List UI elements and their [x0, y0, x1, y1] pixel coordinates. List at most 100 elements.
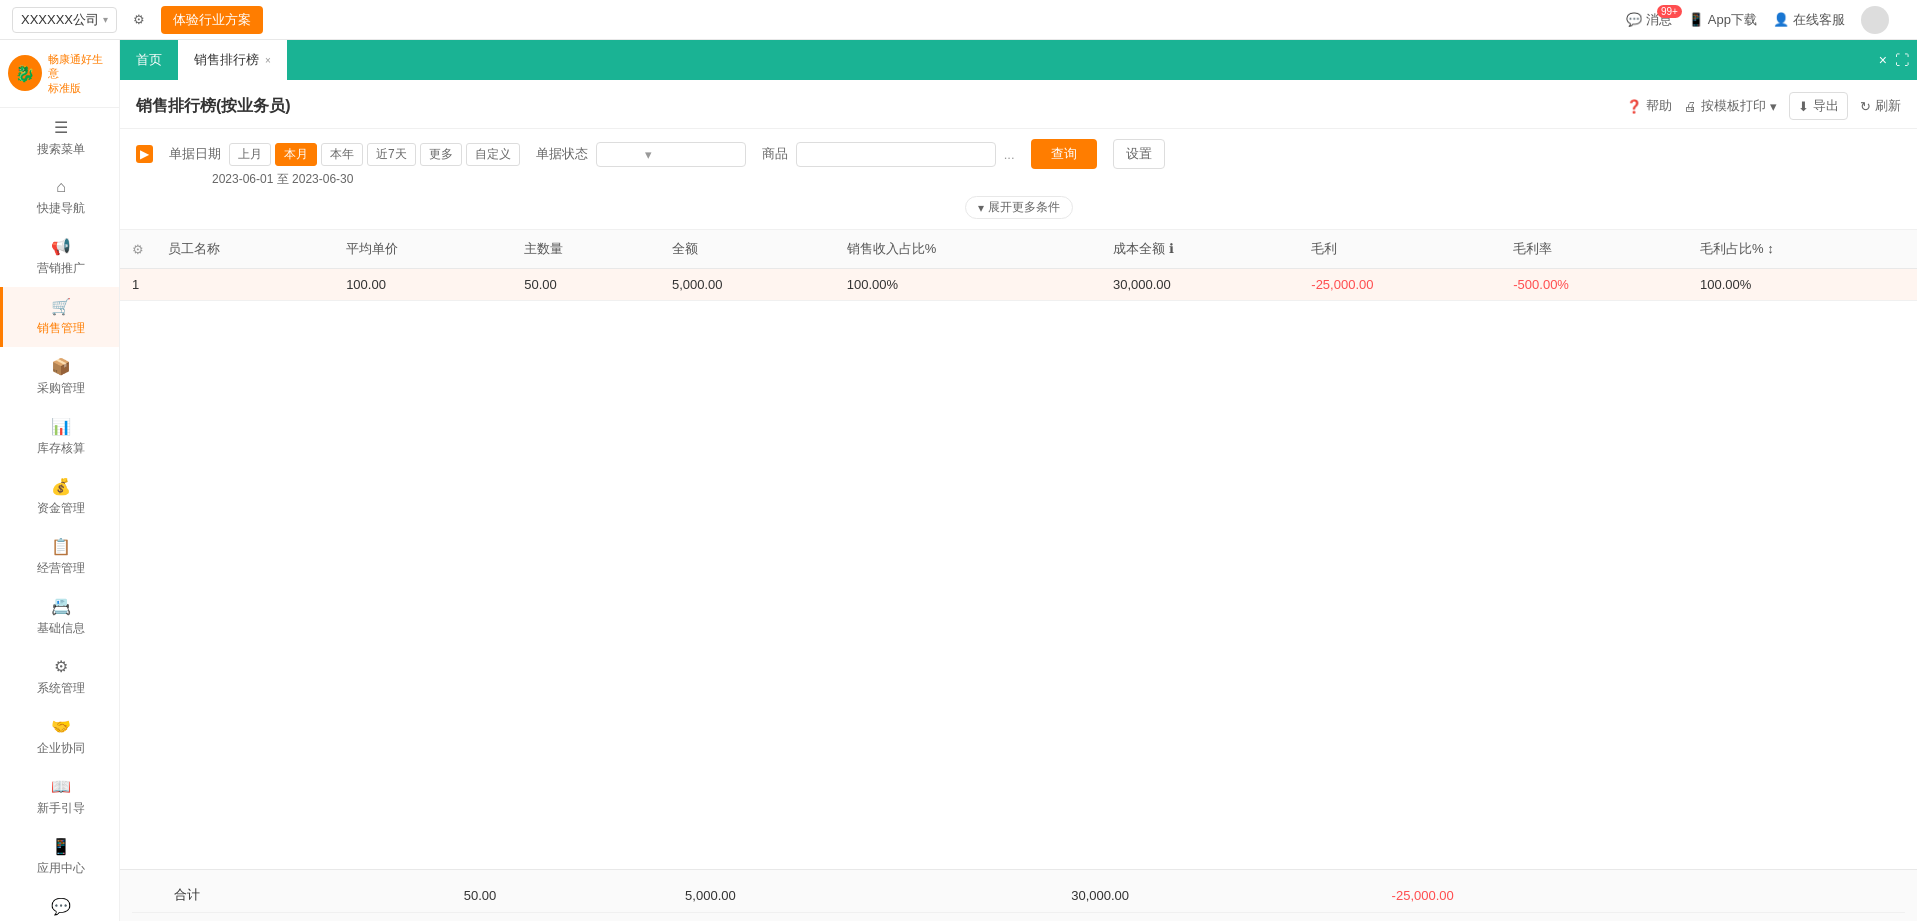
th-amount: 全额: [660, 230, 835, 269]
collapse-filter-button[interactable]: ▶: [136, 145, 153, 163]
export-icon: ⬇: [1798, 99, 1809, 114]
top-bar-left: XXXXXX公司 ▾ ⚙ 体验行业方案: [12, 6, 263, 34]
message-button[interactable]: 💬 消息 99+: [1626, 11, 1672, 29]
fullscreen-icon[interactable]: ⛶: [1895, 52, 1909, 68]
footer-gross: -25,000.00: [1380, 878, 1717, 913]
date-btn-last-month[interactable]: 上月: [229, 143, 271, 166]
marketing-icon: 📢: [51, 237, 71, 256]
th-gross-pct: 毛利占比% ↕: [1688, 230, 1917, 269]
tab-close-icon[interactable]: ×: [265, 55, 271, 66]
date-range-display: 2023-06-01 至 2023-06-30: [212, 171, 1901, 188]
status-select[interactable]: ▾: [596, 142, 746, 167]
cell-gross-pct: 100.00%: [1688, 269, 1917, 301]
top-bar-right: 💬 消息 99+ 📱 App下载 👤 在线客服: [1626, 6, 1905, 34]
close-tab-icon[interactable]: ×: [1879, 52, 1887, 68]
template-print-button[interactable]: 🖨 按模板打印 ▾: [1684, 97, 1777, 115]
trial-button[interactable]: 体验行业方案: [161, 6, 263, 34]
more-filters-icon[interactable]: ...: [1004, 147, 1015, 162]
date-range-text: 2023-06-01 至 2023-06-30: [212, 172, 353, 186]
status-label: 单据状态: [536, 145, 588, 163]
sidebar-item-shortcut[interactable]: ⌂ 快捷导航: [0, 168, 119, 227]
service-label: 在线客服: [1793, 11, 1845, 29]
avatar[interactable]: [1861, 6, 1889, 34]
cell-gross-rate: -500.00%: [1501, 269, 1688, 301]
table-row: 1 100.00 50.00 5,000.00 100.00% 30,000.0…: [120, 269, 1917, 301]
expand-conditions-button[interactable]: ▾ 展开更多条件: [965, 196, 1073, 219]
footer-cost: 30,000.00: [1059, 878, 1379, 913]
table-footer: 合计 50.00 5,000.00 30,000.00 -25,000.00: [120, 869, 1917, 921]
sidebar-item-label: 应用中心: [37, 860, 85, 877]
goods-filter: 商品 ...: [762, 142, 1015, 167]
date-btn-custom[interactable]: 自定义: [466, 143, 520, 166]
sidebar-item-basic[interactable]: 📇 基础信息: [0, 587, 119, 647]
sidebar-item-purchase[interactable]: 📦 采购管理: [0, 347, 119, 407]
sidebar-item-label: 销售管理: [37, 320, 85, 337]
cell-avg-price: 100.00: [334, 269, 512, 301]
company-name: XXXXXX公司: [21, 11, 99, 29]
help-button[interactable]: ❓ 帮助: [1626, 97, 1672, 115]
th-name: 员工名称: [156, 230, 334, 269]
date-buttons: 上月 本月 本年 近7天 更多 自定义: [229, 143, 520, 166]
sidebar-item-system[interactable]: ⚙ 系统管理: [0, 647, 119, 707]
wechat-icon: 💬: [51, 897, 71, 916]
tab-home[interactable]: 首页: [120, 40, 178, 80]
tab-bar: 首页 销售排行榜 × × ⛶: [120, 40, 1917, 80]
sidebar-item-finance[interactable]: 💰 资金管理: [0, 467, 119, 527]
main-content: 首页 销售排行榜 × × ⛶ 销售排行榜(按业务员) ❓ 帮助 🖨 按模板打印: [120, 40, 1917, 921]
sidebar-item-label: 经营管理: [37, 560, 85, 577]
sidebar-item-enterprise[interactable]: 🤝 企业协同: [0, 707, 119, 767]
goods-input[interactable]: [796, 142, 996, 167]
status-chevron-icon: ▾: [645, 147, 652, 162]
th-qty: 主数量: [512, 230, 660, 269]
sidebar-item-label: 企业协同: [37, 740, 85, 757]
ranking-table: ⚙ 员工名称 平均单价 主数量 全额 销售收入占比% 成本全额 ℹ 毛利 毛利率…: [120, 230, 1917, 301]
sidebar-item-label: 资金管理: [37, 500, 85, 517]
appstore-icon: 📱: [51, 837, 71, 856]
company-selector[interactable]: XXXXXX公司 ▾: [12, 7, 117, 33]
sidebar-item-appstore[interactable]: 📱 应用中心: [0, 827, 119, 887]
sidebar-item-operation[interactable]: 📋 经营管理: [0, 527, 119, 587]
settings-icon[interactable]: ⚙: [125, 6, 153, 34]
export-button[interactable]: ⬇ 导出: [1789, 92, 1848, 120]
th-gross: 毛利: [1299, 230, 1501, 269]
goods-label: 商品: [762, 145, 788, 163]
sidebar-item-sales[interactable]: 🛒 销售管理: [0, 287, 119, 347]
logo-text: 畅康通好生意 标准版: [48, 52, 111, 95]
filter-bar: ▶ 单据日期 上月 本月 本年 近7天 更多 自定义 单据状: [120, 129, 1917, 230]
service-icon: 👤: [1773, 12, 1789, 27]
sidebar: 🐉 畅康通好生意 标准版 ☰ 搜索菜单 ⌂ 快捷导航 📢 营销推广 🛒 销售管理: [0, 40, 120, 921]
tab-bar-right: × ⛶: [1879, 52, 1917, 68]
page-actions: ❓ 帮助 🖨 按模板打印 ▾ ⬇ 导出 ↻ 刷新: [1626, 92, 1901, 120]
date-btn-more[interactable]: 更多: [420, 143, 462, 166]
online-service-button[interactable]: 👤 在线客服: [1773, 11, 1845, 29]
basic-icon: 📇: [51, 597, 71, 616]
cell-cost: 30,000.00: [1101, 269, 1299, 301]
table-container: ⚙ 员工名称 平均单价 主数量 全额 销售收入占比% 成本全额 ℹ 毛利 毛利率…: [120, 230, 1917, 869]
tab-sales-ranking[interactable]: 销售排行榜 ×: [178, 40, 287, 80]
cell-name: [156, 269, 334, 301]
table-settings-button[interactable]: 设置: [1113, 139, 1165, 169]
sidebar-item-search[interactable]: ☰ 搜索菜单: [0, 108, 119, 168]
column-settings-icon[interactable]: ⚙: [132, 242, 144, 257]
app-download-button[interactable]: 📱 App下载: [1688, 11, 1757, 29]
sidebar-item-wechat[interactable]: 💬 企业微信: [0, 887, 119, 921]
refresh-button[interactable]: ↻ 刷新: [1860, 97, 1901, 115]
date-btn-this-month[interactable]: 本月: [275, 143, 317, 166]
sidebar-item-label: 快捷导航: [37, 200, 85, 217]
print-chevron-icon: ▾: [1770, 99, 1777, 114]
sidebar-item-inventory[interactable]: 📊 库存核算: [0, 407, 119, 467]
shortcut-icon: ⌂: [56, 178, 66, 196]
sidebar-item-marketing[interactable]: 📢 营销推广: [0, 227, 119, 287]
message-icon: 💬: [1626, 12, 1642, 27]
date-btn-7days[interactable]: 近7天: [367, 143, 416, 166]
query-button[interactable]: 查询: [1031, 139, 1097, 169]
cell-amount: 5,000.00: [660, 269, 835, 301]
logo-icon: 🐉: [8, 55, 42, 91]
footer-row: 合计 50.00 5,000.00 30,000.00 -25,000.00: [132, 878, 1905, 913]
table-header-row: ⚙ 员工名称 平均单价 主数量 全额 销售收入占比% 成本全额 ℹ 毛利 毛利率…: [120, 230, 1917, 269]
search-menu-icon: ☰: [54, 118, 68, 137]
sidebar-item-label: 采购管理: [37, 380, 85, 397]
guide-icon: 📖: [51, 777, 71, 796]
sidebar-item-guide[interactable]: 📖 新手引导: [0, 767, 119, 827]
date-btn-this-year[interactable]: 本年: [321, 143, 363, 166]
